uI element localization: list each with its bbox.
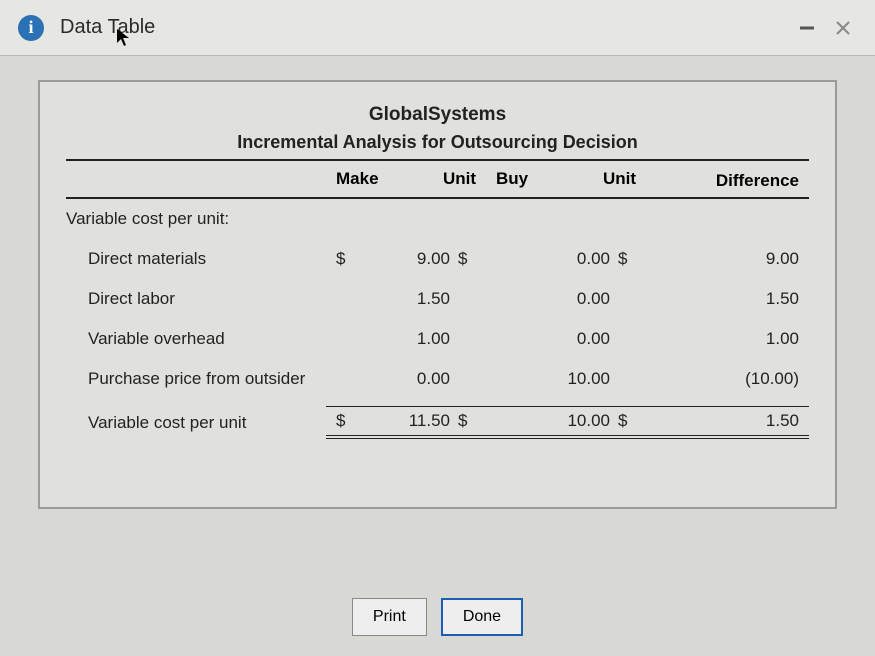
row-diff: (10.00) [646, 369, 809, 389]
button-row: Print Done [0, 598, 875, 636]
data-table-panel: GlobalSystems Incremental Analysis for O… [38, 80, 837, 509]
total-buy: 10.00 $ [486, 406, 646, 439]
col-buy: Buy Unit [486, 167, 646, 191]
close-button[interactable] [829, 14, 857, 42]
done-button[interactable]: Done [441, 598, 523, 636]
total-make: $ 11.50 $ [326, 406, 486, 439]
table-row: Variable overhead 1.00 0.00 1.00 [66, 319, 809, 359]
section-label: Variable cost per unit: [66, 209, 326, 229]
row-buy: 10.00 [486, 369, 646, 389]
print-button[interactable]: Print [352, 598, 427, 636]
row-diff: 1.50 [646, 289, 809, 309]
total-diff: 1.50 [646, 406, 809, 439]
row-label: Variable overhead [66, 329, 326, 349]
row-make: 1.00 [326, 329, 486, 349]
company-name: GlobalSystems [66, 104, 809, 126]
section-label-row: Variable cost per unit: [66, 199, 809, 239]
titlebar: i Data Table [0, 0, 875, 56]
row-diff: 1.00 [646, 329, 809, 349]
table-row: Direct materials $ 9.00 $ 0.00 $ 9.00 [66, 239, 809, 279]
row-make: $ 9.00 $ [326, 249, 486, 269]
table-subtitle: Incremental Analysis for Outsourcing Dec… [66, 132, 809, 153]
row-buy: 0.00 [486, 329, 646, 349]
row-buy: 0.00 [486, 289, 646, 309]
row-make: 1.50 [326, 289, 486, 309]
minimize-button[interactable] [793, 14, 821, 42]
table-row: Purchase price from outsider 0.00 10.00 … [66, 359, 809, 399]
window-title: Data Table [60, 16, 155, 39]
row-label: Purchase price from outsider [66, 369, 326, 389]
table-header: GlobalSystems Incremental Analysis for O… [66, 104, 809, 161]
total-row: Variable cost per unit $ 11.50 $ 10.00 $… [66, 399, 809, 447]
col-diff: Difference [646, 171, 809, 191]
info-icon: i [18, 15, 44, 41]
col-make: Make Unit [326, 167, 486, 191]
row-diff: 9.00 [646, 249, 809, 269]
row-make: 0.00 [326, 369, 486, 389]
total-label: Variable cost per unit [66, 413, 326, 433]
row-buy: 0.00 $ [486, 249, 646, 269]
row-label: Direct labor [66, 289, 326, 309]
row-label: Direct materials [66, 249, 326, 269]
column-headers: Make Unit Buy Unit Difference [66, 161, 809, 199]
table-row: Direct labor 1.50 0.00 1.50 [66, 279, 809, 319]
